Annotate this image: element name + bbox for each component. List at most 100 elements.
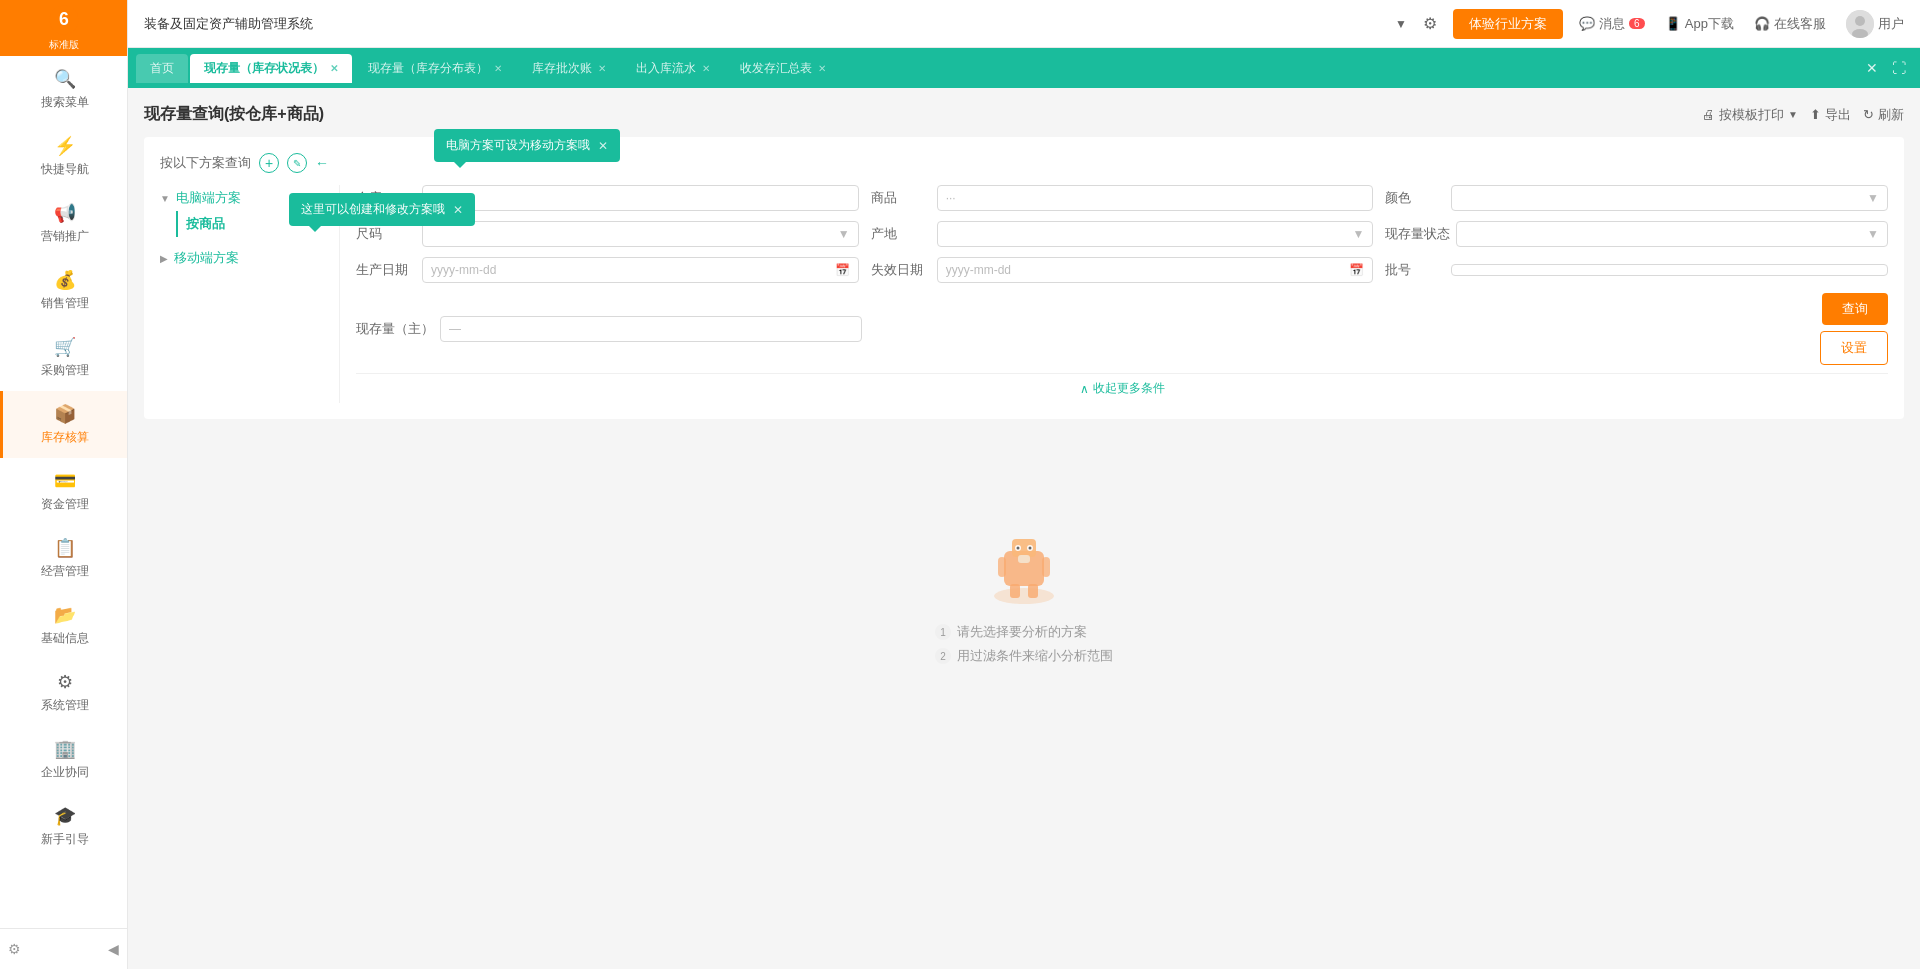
warehouse-select[interactable]: ··· bbox=[422, 185, 859, 211]
filter-header: 按以下方案查询 + ✎ ← 电脑方案可设为移动方案哦 ✕ bbox=[160, 153, 1888, 173]
sidebar-item-search[interactable]: 🔍 搜索菜单 bbox=[0, 56, 127, 123]
tree-desktop-arrow[interactable]: ▼ bbox=[160, 193, 170, 204]
sidebar-item-sales[interactable]: 💰 销售管理 bbox=[0, 257, 127, 324]
svg-point-3 bbox=[1855, 16, 1865, 26]
sidebar-label-finance: 资金管理 bbox=[41, 496, 89, 513]
header-settings-btn[interactable]: ⚙ bbox=[1423, 14, 1437, 33]
sidebar-icon-search: 🔍 bbox=[54, 68, 76, 90]
sidebar-item-inventory[interactable]: 📦 库存核算 bbox=[0, 391, 127, 458]
tree-mobile-item[interactable]: ▶ 移动端方案 bbox=[160, 245, 327, 271]
tab-collect-summary-label: 收发存汇总表 bbox=[740, 60, 812, 77]
tab-batch-account-close[interactable]: ✕ bbox=[598, 63, 606, 74]
tree-desktop-child-label: 按商品 bbox=[186, 215, 225, 233]
filter-field-batch: 批号 bbox=[1385, 261, 1888, 279]
tooltip-create-scheme-close[interactable]: ✕ bbox=[453, 203, 463, 217]
tip-2: 2 用过滤条件来缩小分析范围 bbox=[935, 647, 1113, 665]
size-select[interactable]: ▼ bbox=[422, 221, 859, 247]
collapse-btn[interactable]: ∧ 收起更多条件 bbox=[356, 373, 1888, 403]
sidebar-icon-inventory: 📦 bbox=[54, 403, 76, 425]
tab-inout-flow-label: 出入库流水 bbox=[636, 60, 696, 77]
sidebar-item-operations[interactable]: 📋 经营管理 bbox=[0, 525, 127, 592]
filter-fields: 仓库 ··· 商品 ··· bbox=[356, 185, 1888, 403]
origin-select[interactable]: ▼ bbox=[937, 221, 1374, 247]
tab-collect-summary[interactable]: 收发存汇总表 ✕ bbox=[726, 54, 840, 83]
sidebar-item-guide[interactable]: 🎓 新手引导 bbox=[0, 793, 127, 860]
tip-2-text: 用过滤条件来缩小分析范围 bbox=[957, 647, 1113, 665]
filter-field-exp-date: 失效日期 yyyy-mm-dd 📅 bbox=[871, 257, 1374, 283]
sidebar-label-basic: 基础信息 bbox=[41, 630, 89, 647]
system-dropdown-btn[interactable]: ▼ bbox=[1395, 17, 1407, 31]
sidebar-label-enterprise: 企业协同 bbox=[41, 764, 89, 781]
refresh-btn[interactable]: ↻ 刷新 bbox=[1863, 106, 1904, 124]
tab-inventory-status[interactable]: 现存量（库存状况表） ✕ bbox=[190, 54, 352, 83]
svg-rect-16 bbox=[1028, 584, 1038, 598]
tab-inventory-dist[interactable]: 现存量（库存分布表） ✕ bbox=[354, 54, 516, 83]
collapse-label: 收起更多条件 bbox=[1093, 380, 1165, 397]
tip-2-num: 2 bbox=[935, 648, 951, 664]
tab-home[interactable]: 首页 bbox=[136, 54, 188, 83]
tree-mobile-arrow[interactable]: ▶ bbox=[160, 253, 168, 264]
qty-range-input[interactable]: — bbox=[440, 316, 862, 342]
prod-date-calendar-icon[interactable]: 📅 bbox=[835, 263, 850, 277]
tab-inout-flow[interactable]: 出入库流水 ✕ bbox=[622, 54, 724, 83]
exp-date-calendar-icon[interactable]: 📅 bbox=[1349, 263, 1364, 277]
filter-edit-btn[interactable]: ✎ bbox=[287, 153, 307, 173]
batch-input[interactable] bbox=[1451, 264, 1888, 276]
message-icon: 💬 bbox=[1579, 16, 1595, 31]
tabbar-expand-btn[interactable]: ⛶ bbox=[1886, 56, 1912, 80]
filter-arrow-btn[interactable]: ← bbox=[315, 155, 329, 171]
print-template-btn[interactable]: 🖨 按模板打印 ▼ bbox=[1702, 106, 1798, 124]
product-select[interactable]: ··· bbox=[937, 185, 1374, 211]
query-btn[interactable]: 查询 bbox=[1822, 293, 1888, 325]
header-app-download[interactable]: 📱 App下载 bbox=[1665, 15, 1734, 33]
filter-row-2: 尺码 ▼ 产地 ▼ bbox=[356, 221, 1888, 247]
export-btn[interactable]: ⬆ 导出 bbox=[1810, 106, 1851, 124]
sidebar-item-enterprise[interactable]: 🏢 企业协同 bbox=[0, 726, 127, 793]
exp-date-input[interactable]: yyyy-mm-dd 📅 bbox=[937, 257, 1374, 283]
tab-home-label: 首页 bbox=[150, 60, 174, 77]
phone-icon: 📱 bbox=[1665, 16, 1681, 31]
tooltip-create-scheme: 这里可以创建和修改方案哦 ✕ bbox=[289, 193, 475, 226]
qty-label: 现存量（主） bbox=[356, 320, 434, 338]
sidebar-item-finance[interactable]: 💳 资金管理 bbox=[0, 458, 127, 525]
color-select[interactable]: ▼ bbox=[1451, 185, 1888, 211]
tree-mobile-label[interactable]: 移动端方案 bbox=[174, 249, 239, 267]
sidebar-item-marketing[interactable]: 📢 营销推广 bbox=[0, 190, 127, 257]
tabbar-close-all-btn[interactable]: ✕ bbox=[1860, 56, 1884, 80]
sidebar-collapse-btn[interactable]: ◀ bbox=[108, 941, 119, 957]
tip-1: 1 请先选择要分析的方案 bbox=[935, 623, 1113, 641]
status-select[interactable]: ▼ bbox=[1456, 221, 1888, 247]
tab-inventory-dist-close[interactable]: ✕ bbox=[494, 63, 502, 74]
sidebar-item-purchase[interactable]: 🛒 采购管理 bbox=[0, 324, 127, 391]
sidebar-label-guide: 新手引导 bbox=[41, 831, 89, 848]
tooltip-create-scheme-text: 这里可以创建和修改方案哦 bbox=[301, 201, 445, 218]
sidebar-label-sales: 销售管理 bbox=[41, 295, 89, 312]
header-user[interactable]: 用户 bbox=[1846, 10, 1904, 38]
reset-btn[interactable]: 设置 bbox=[1820, 331, 1888, 365]
header-online-support[interactable]: 🎧 在线客服 bbox=[1754, 15, 1826, 33]
export-icon: ⬆ bbox=[1810, 107, 1821, 122]
tab-collect-summary-close[interactable]: ✕ bbox=[818, 63, 826, 74]
header-message[interactable]: 💬 消息 6 bbox=[1579, 15, 1645, 33]
prod-date-input[interactable]: yyyy-mm-dd 📅 bbox=[422, 257, 859, 283]
tooltip-scheme-close[interactable]: ✕ bbox=[598, 139, 608, 153]
sidebar-icon-sales: 💰 bbox=[54, 269, 76, 291]
tab-inventory-status-close[interactable]: ✕ bbox=[330, 63, 338, 74]
sidebar-item-quick[interactable]: ⚡ 快捷导航 bbox=[0, 123, 127, 190]
user-avatar bbox=[1846, 10, 1874, 38]
sidebar: 6 标准版 🔍 搜索菜单 ⚡ 快捷导航 📢 营销推广 💰 销售管理 🛒 采购管理… bbox=[0, 0, 128, 969]
trial-btn[interactable]: 体验行业方案 bbox=[1453, 9, 1563, 39]
logo-text: 标准版 bbox=[49, 38, 79, 52]
page-header: 现存量查询(按仓库+商品) 🖨 按模板打印 ▼ ⬆ 导出 ↻ 刷新 bbox=[144, 104, 1904, 125]
tab-batch-account[interactable]: 库存批次账 ✕ bbox=[518, 54, 620, 83]
sidebar-item-basic[interactable]: 📂 基础信息 bbox=[0, 592, 127, 659]
tab-inout-flow-close[interactable]: ✕ bbox=[702, 63, 710, 74]
filter-add-btn[interactable]: + bbox=[259, 153, 279, 173]
exp-date-placeholder: yyyy-mm-dd bbox=[946, 263, 1011, 277]
sidebar-icon-guide: 🎓 bbox=[54, 805, 76, 827]
tip-1-text: 请先选择要分析的方案 bbox=[957, 623, 1087, 641]
tree-desktop-label[interactable]: 电脑端方案 bbox=[176, 189, 241, 207]
sidebar-icon-operations: 📋 bbox=[54, 537, 76, 559]
sidebar-item-system[interactable]: ⚙ 系统管理 bbox=[0, 659, 127, 726]
sidebar-settings-btn[interactable]: ⚙ bbox=[8, 941, 21, 957]
